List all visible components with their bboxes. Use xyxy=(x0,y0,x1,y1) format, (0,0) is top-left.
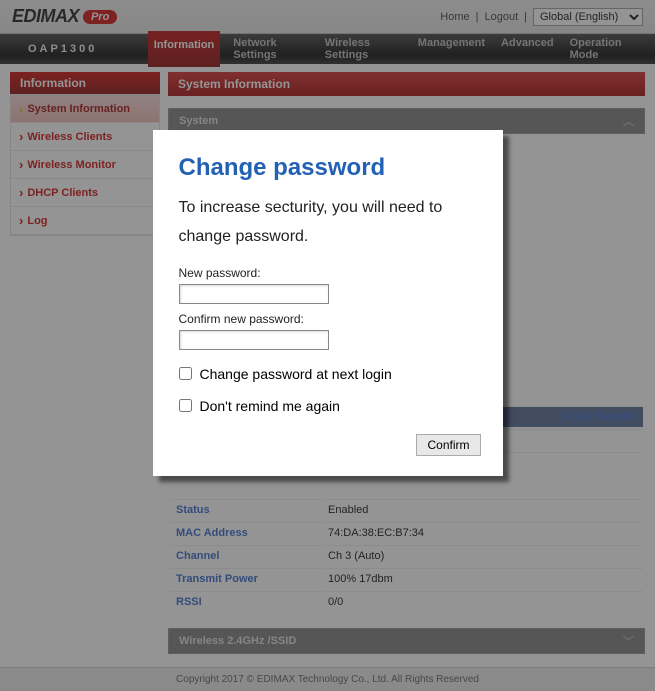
confirm-password-input[interactable] xyxy=(179,330,329,350)
change-password-modal: Change password To increase secturity, y… xyxy=(153,130,503,476)
new-password-input[interactable] xyxy=(179,284,329,304)
change-next-login-checkbox[interactable] xyxy=(179,367,192,380)
confirm-button[interactable]: Confirm xyxy=(416,434,480,456)
modal-message: To increase secturity, you will need to … xyxy=(179,194,481,252)
change-next-login-label: Change password at next login xyxy=(200,366,392,382)
modal-title: Change password xyxy=(179,154,481,182)
dont-remind-label: Don't remind me again xyxy=(200,398,340,414)
new-password-label: New password: xyxy=(179,266,481,280)
confirm-password-label: Confirm new password: xyxy=(179,312,481,326)
modal-overlay: Change password To increase secturity, y… xyxy=(0,0,655,691)
page-root: EDIMAX Pro Home | Logout | Global (Engli… xyxy=(0,0,655,691)
dont-remind-checkbox[interactable] xyxy=(179,399,192,412)
